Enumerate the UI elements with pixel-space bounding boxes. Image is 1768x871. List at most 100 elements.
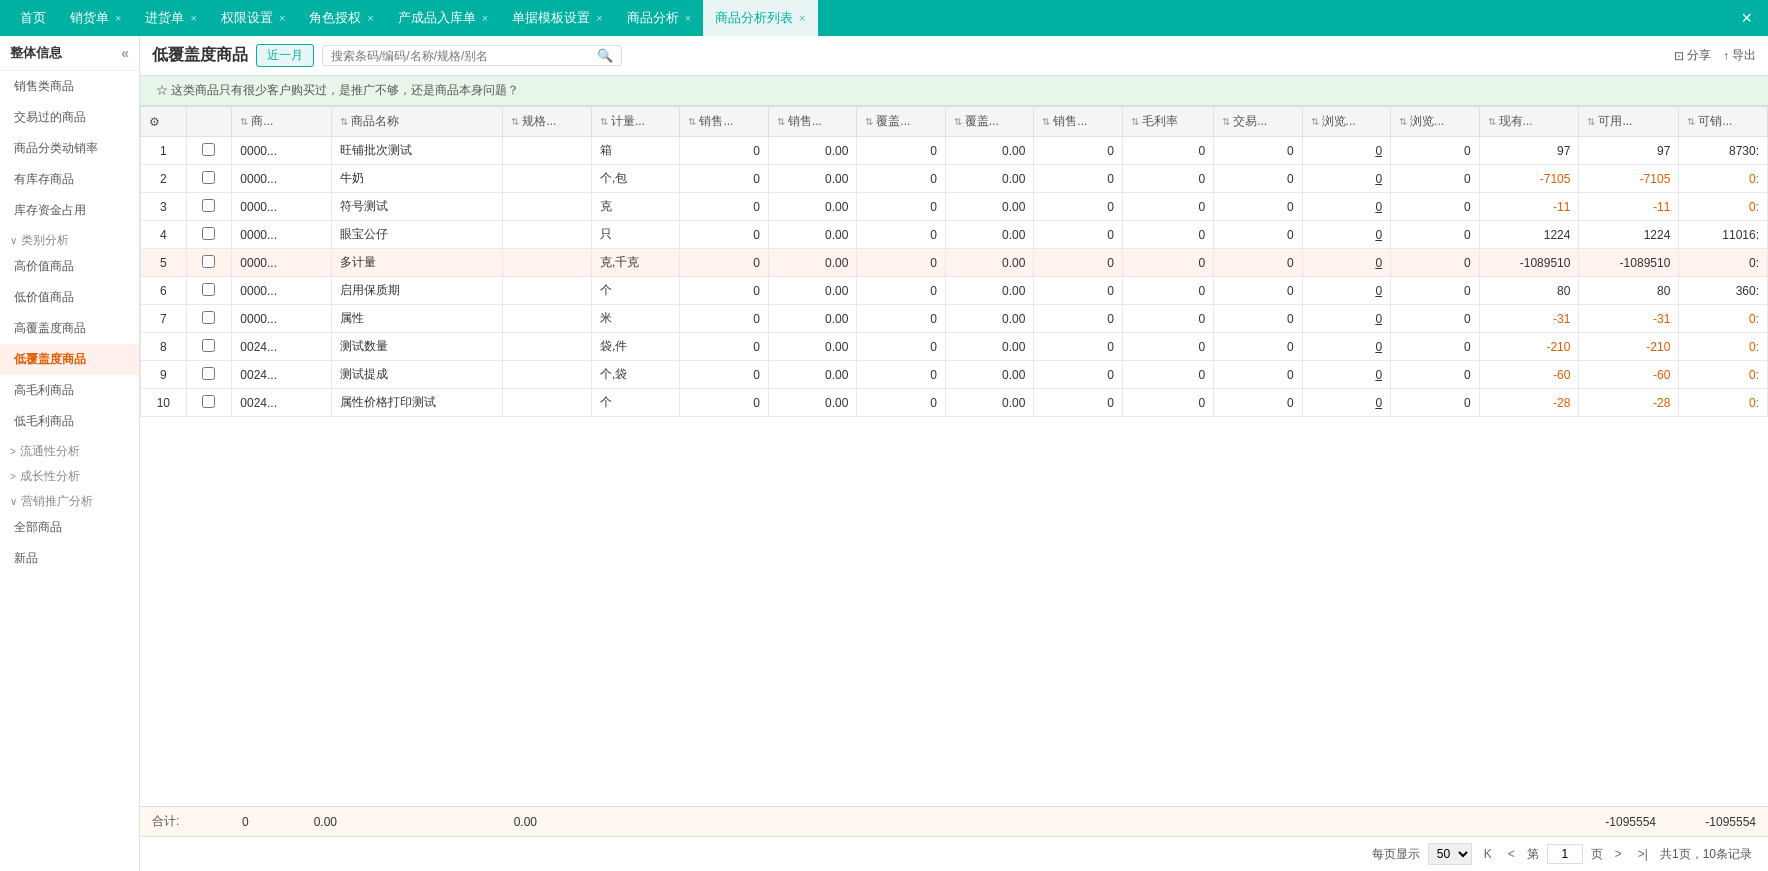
row-checkbox[interactable] bbox=[202, 395, 215, 408]
col-header-spec[interactable]: ⇅规格... bbox=[503, 107, 591, 137]
search-input[interactable] bbox=[331, 49, 597, 63]
col-header-settings[interactable]: ⚙ bbox=[141, 107, 187, 137]
cell-checkbox[interactable] bbox=[186, 165, 232, 193]
col-header-sales3[interactable]: ⇅销售... bbox=[1034, 107, 1122, 137]
sidebar-item-全部商品[interactable]: 全部商品 bbox=[0, 512, 139, 543]
sidebar-item-高价值商品[interactable]: 高价值商品 bbox=[0, 251, 139, 282]
col-header-cover2[interactable]: ⇅覆盖... bbox=[945, 107, 1033, 137]
nav-close-icon[interactable]: × bbox=[115, 12, 121, 24]
sidebar-item-低毛利商品[interactable]: 低毛利商品 bbox=[0, 406, 139, 437]
row-checkbox[interactable] bbox=[202, 311, 215, 324]
col-header-unit[interactable]: ⇅计量... bbox=[591, 107, 679, 137]
page-input[interactable] bbox=[1547, 844, 1583, 864]
cell-checkbox[interactable] bbox=[186, 277, 232, 305]
browse-link[interactable]: 0 bbox=[1375, 284, 1382, 298]
col-header-name[interactable]: ⇅商品名称 bbox=[332, 107, 503, 137]
col-header-sales_qty[interactable]: ⇅销售... bbox=[680, 107, 768, 137]
row-checkbox[interactable] bbox=[202, 367, 215, 380]
col-header-cover1[interactable]: ⇅覆盖... bbox=[857, 107, 945, 137]
cell-browse1[interactable]: 0 bbox=[1302, 165, 1390, 193]
col-header-sellable[interactable]: ⇅可销... bbox=[1679, 107, 1768, 137]
cell-checkbox[interactable] bbox=[186, 389, 232, 417]
cell-browse1[interactable]: 0 bbox=[1302, 193, 1390, 221]
per-page-select[interactable]: 50 bbox=[1428, 843, 1472, 865]
nav-item-角色授权[interactable]: 角色授权× bbox=[297, 0, 385, 36]
cell-browse1[interactable]: 0 bbox=[1302, 361, 1390, 389]
nav-item-产成品入库单[interactable]: 产成品入库单× bbox=[386, 0, 500, 36]
col-header-current[interactable]: ⇅现有... bbox=[1479, 107, 1579, 137]
sidebar-item-商品分类动销率[interactable]: 商品分类动销率 bbox=[0, 133, 139, 164]
cell-checkbox[interactable] bbox=[186, 333, 232, 361]
cell-checkbox[interactable] bbox=[186, 193, 232, 221]
sidebar-section-成长性分析[interactable]: >成长性分析 bbox=[0, 462, 139, 487]
browse-link[interactable]: 0 bbox=[1375, 144, 1382, 158]
sidebar-item-高毛利商品[interactable]: 高毛利商品 bbox=[0, 375, 139, 406]
cell-checkbox[interactable] bbox=[186, 249, 232, 277]
cell-browse1[interactable]: 0 bbox=[1302, 221, 1390, 249]
col-header-checkbox[interactable] bbox=[186, 107, 232, 137]
cell-checkbox[interactable] bbox=[186, 137, 232, 165]
nav-close-icon[interactable]: × bbox=[482, 12, 488, 24]
sidebar-item-交易过的商品[interactable]: 交易过的商品 bbox=[0, 102, 139, 133]
row-checkbox[interactable] bbox=[202, 143, 215, 156]
nav-close-icon[interactable]: × bbox=[596, 12, 602, 24]
col-header-browse1[interactable]: ⇅浏览... bbox=[1302, 107, 1390, 137]
cell-browse1[interactable]: 0 bbox=[1302, 249, 1390, 277]
browse-link[interactable]: 0 bbox=[1375, 172, 1382, 186]
cell-browse1[interactable]: 0 bbox=[1302, 277, 1390, 305]
col-header-sales_amt[interactable]: ⇅销售... bbox=[768, 107, 856, 137]
first-page-button[interactable]: K bbox=[1480, 845, 1496, 863]
window-close-icon[interactable]: × bbox=[1733, 0, 1760, 36]
col-header-code[interactable]: ⇅商... bbox=[232, 107, 332, 137]
cell-browse1[interactable]: 0 bbox=[1302, 305, 1390, 333]
col-header-available[interactable]: ⇅可用... bbox=[1579, 107, 1679, 137]
nav-item-单据模板设置[interactable]: 单据模板设置× bbox=[500, 0, 614, 36]
nav-item-首页[interactable]: 首页 bbox=[8, 0, 58, 36]
sidebar-item-新品[interactable]: 新品 bbox=[0, 543, 139, 574]
row-checkbox[interactable] bbox=[202, 283, 215, 296]
sidebar-item-低覆盖度商品[interactable]: 低覆盖度商品 bbox=[0, 344, 139, 375]
nav-item-权限设置[interactable]: 权限设置× bbox=[209, 0, 297, 36]
browse-link[interactable]: 0 bbox=[1375, 256, 1382, 270]
sidebar-section-营销推广分析[interactable]: ∨营销推广分析 bbox=[0, 487, 139, 512]
col-header-browse2[interactable]: ⇅浏览... bbox=[1391, 107, 1479, 137]
nav-close-icon[interactable]: × bbox=[367, 12, 373, 24]
browse-link[interactable]: 0 bbox=[1375, 200, 1382, 214]
sidebar-section-流通性分析[interactable]: >流通性分析 bbox=[0, 437, 139, 462]
sidebar-item-库存资金占用[interactable]: 库存资金占用 bbox=[0, 195, 139, 226]
browse-link[interactable]: 0 bbox=[1375, 340, 1382, 354]
nav-item-销货单[interactable]: 销货单× bbox=[58, 0, 133, 36]
nav-close-icon[interactable]: × bbox=[279, 12, 285, 24]
cell-checkbox[interactable] bbox=[186, 361, 232, 389]
export-button[interactable]: ↑ 导出 bbox=[1723, 47, 1756, 64]
row-checkbox[interactable] bbox=[202, 339, 215, 352]
prev-page-button[interactable]: < bbox=[1504, 845, 1519, 863]
row-checkbox[interactable] bbox=[202, 171, 215, 184]
cell-browse1[interactable]: 0 bbox=[1302, 389, 1390, 417]
nav-close-icon[interactable]: × bbox=[190, 12, 196, 24]
row-checkbox[interactable] bbox=[202, 255, 215, 268]
next-page-button[interactable]: > bbox=[1611, 845, 1626, 863]
sidebar-item-有库存商品[interactable]: 有库存商品 bbox=[0, 164, 139, 195]
sidebar-section-类别分析[interactable]: ∨类别分析 bbox=[0, 226, 139, 251]
cell-browse1[interactable]: 0 bbox=[1302, 333, 1390, 361]
share-button[interactable]: ⊡ 分享 bbox=[1674, 47, 1711, 64]
date-filter-button[interactable]: 近一月 bbox=[256, 44, 314, 67]
nav-item-商品分析列表[interactable]: 商品分析列表× bbox=[703, 0, 817, 36]
nav-item-商品分析[interactable]: 商品分析× bbox=[615, 0, 703, 36]
browse-link[interactable]: 0 bbox=[1375, 396, 1382, 410]
row-checkbox[interactable] bbox=[202, 227, 215, 240]
nav-item-进货单[interactable]: 进货单× bbox=[133, 0, 208, 36]
nav-close-icon[interactable]: × bbox=[799, 12, 805, 24]
browse-link[interactable]: 0 bbox=[1375, 312, 1382, 326]
row-checkbox[interactable] bbox=[202, 199, 215, 212]
sidebar-item-销售类商品[interactable]: 销售类商品 bbox=[0, 71, 139, 102]
cell-browse1[interactable]: 0 bbox=[1302, 137, 1390, 165]
sidebar-item-高覆盖度商品[interactable]: 高覆盖度商品 bbox=[0, 313, 139, 344]
last-page-button[interactable]: >| bbox=[1634, 845, 1652, 863]
col-header-gross[interactable]: ⇅毛利率 bbox=[1122, 107, 1213, 137]
browse-link[interactable]: 0 bbox=[1375, 228, 1382, 242]
nav-close-icon[interactable]: × bbox=[685, 12, 691, 24]
sidebar-item-低价值商品[interactable]: 低价值商品 bbox=[0, 282, 139, 313]
sidebar-collapse-button[interactable]: « bbox=[121, 45, 129, 61]
